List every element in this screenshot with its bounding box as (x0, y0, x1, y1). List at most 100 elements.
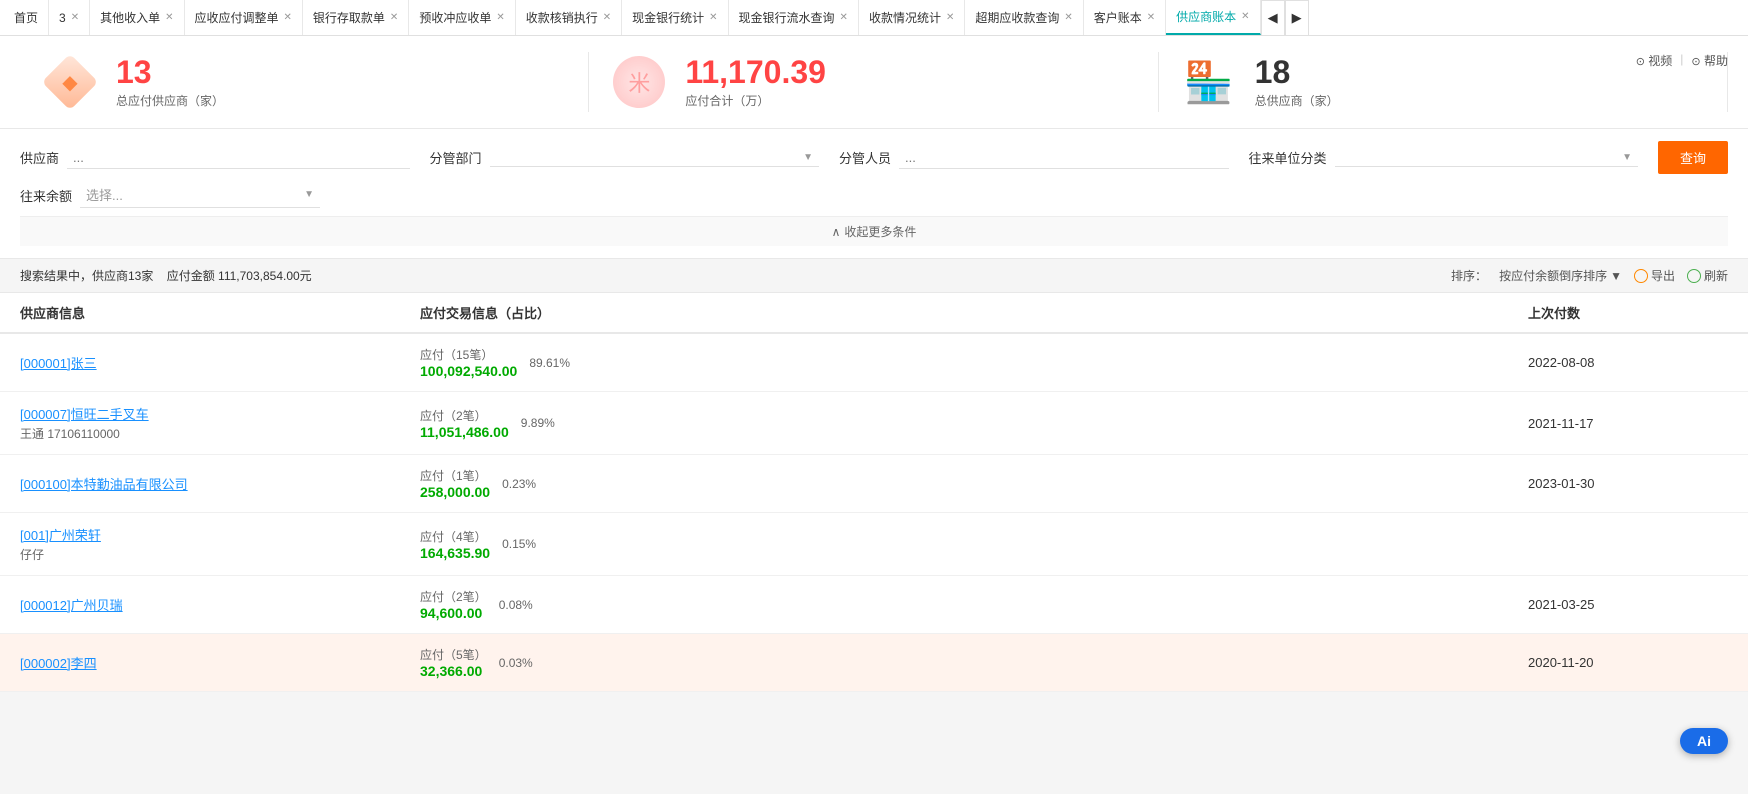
close-icon[interactable]: ✕ (946, 12, 954, 23)
supplier-name-link[interactable]: [001]广州荣轩 (20, 525, 420, 544)
lastpay-cell: 2023-01-30 (1528, 476, 1728, 491)
lastpay-date: 2023-01-30 (1528, 476, 1595, 491)
nav-tab-customer[interactable]: 客户账本 ✕ (1084, 0, 1166, 35)
trans-percentage: 89.61% (529, 356, 570, 370)
payable-suppliers-count: 13 (116, 56, 224, 88)
nav-tab-receipt-stat-label: 收款情况统计 (869, 9, 941, 26)
filter-dept: 分管部门 ▼ (430, 148, 820, 167)
close-icon[interactable]: ✕ (496, 12, 504, 23)
table-row[interactable]: [000007]恒旺二手叉车 王通 17106110000 应付（2笔） 11,… (0, 392, 1748, 455)
nav-tab-overdue[interactable]: 超期应收款查询 ✕ (965, 0, 1083, 35)
supplier-sub-info: 王通 17106110000 (20, 425, 420, 442)
query-button[interactable]: 查询 (1658, 141, 1728, 174)
close-icon[interactable]: ✕ (390, 12, 398, 23)
transaction-info-cell: 应付（1笔） 258,000.00 0.23% (420, 467, 1528, 500)
supplier-input[interactable] (67, 147, 409, 169)
close-icon[interactable]: ✕ (1241, 11, 1249, 22)
nav-next-arrow[interactable]: ▶ (1285, 0, 1309, 36)
balance-select[interactable]: 选择... ▼ (80, 182, 320, 208)
refresh-button[interactable]: 刷新 (1687, 267, 1728, 284)
transaction-info-cell: 应付（2笔） 11,051,486.00 9.89% (420, 407, 1528, 440)
person-label: 分管人员 (839, 148, 891, 167)
th-supplier: 供应商信息 (20, 303, 420, 322)
table-row[interactable]: [000002]李四 应付（5笔） 32,366.00 0.03% 2020-1… (0, 634, 1748, 692)
trans-label: 应付（1笔） (420, 469, 487, 483)
supplier-name-link[interactable]: [000012]广州贝瑞 (20, 595, 420, 614)
category-label: 往来单位分类 (1249, 148, 1327, 167)
trans-label: 应付（15笔） (420, 348, 493, 362)
nav-tab-bank-label: 银行存取款单 (313, 9, 385, 26)
transaction-detail: 应付（5笔） 32,366.00 (420, 646, 487, 679)
table-row[interactable]: [000100]本特勤油品有限公司 应付（1笔） 258,000.00 0.23… (0, 455, 1748, 513)
sort-label: 排序： (1451, 267, 1487, 284)
link-separator: | (1680, 52, 1683, 69)
close-icon[interactable]: ✕ (840, 12, 848, 23)
nav-tab-3[interactable]: 3 ✕ (49, 0, 90, 35)
nav-tab-other-income[interactable]: 其他收入单 ✕ (90, 0, 184, 35)
nav-prev-arrow[interactable]: ◀ (1261, 0, 1285, 36)
nav-tab-verify[interactable]: 收款核销执行 ✕ (516, 0, 622, 35)
filter-row-1: 供应商 分管部门 ▼ 分管人员 往来单位分类 ▼ 查询 (20, 141, 1728, 174)
nav-tab-receipt-stat[interactable]: 收款情况统计 ✕ (859, 0, 965, 35)
person-input[interactable] (899, 147, 1228, 169)
rice-icon: 米 (609, 52, 669, 112)
trans-percentage: 0.15% (502, 537, 536, 551)
nav-tab-home[interactable]: 首页 (4, 0, 49, 35)
filter-bar: 供应商 分管部门 ▼ 分管人员 往来单位分类 ▼ 查询 (0, 129, 1748, 259)
dept-label: 分管部门 (430, 148, 482, 167)
close-icon[interactable]: ✕ (1147, 12, 1155, 23)
nav-tab-advance[interactable]: 预收冲应收单 ✕ (409, 0, 515, 35)
nav-tab-advance-label: 预收冲应收单 (419, 9, 491, 26)
table-row[interactable]: [001]广州荣轩 仔仔 应付（4笔） 164,635.90 0.15% (0, 513, 1748, 576)
trans-percentage: 0.08% (499, 598, 533, 612)
total-payable-label: 应付合计（万） (685, 92, 826, 109)
close-icon[interactable]: ✕ (71, 12, 79, 23)
table-row[interactable]: [000001]张三 应付（15笔） 100,092,540.00 89.61%… (0, 334, 1748, 392)
export-circle-icon (1634, 269, 1648, 283)
close-icon[interactable]: ✕ (603, 12, 611, 23)
close-icon[interactable]: ✕ (284, 12, 292, 23)
close-icon[interactable]: ✕ (1064, 12, 1072, 23)
supplier-name-link[interactable]: [000002]李四 (20, 653, 420, 672)
close-icon[interactable]: ✕ (709, 12, 717, 23)
ai-badge[interactable]: Ai (1680, 728, 1728, 754)
transaction-info-cell: 应付（5笔） 32,366.00 0.03% (420, 646, 1528, 679)
export-button[interactable]: 导出 (1634, 267, 1675, 284)
category-select[interactable]: ▼ (1335, 149, 1638, 167)
transaction-info-cell: 应付（15笔） 100,092,540.00 89.61% (420, 346, 1528, 379)
nav-tab-supplier-label: 供应商账本 (1176, 8, 1236, 25)
close-icon[interactable]: ✕ (165, 12, 173, 23)
nav-tab-cash-stat-label: 现金银行统计 (632, 9, 704, 26)
nav-tab-adjust[interactable]: 应收应付调整单 ✕ (185, 0, 303, 35)
balance-placeholder: 选择... (86, 185, 304, 204)
supplier-name-link[interactable]: [000001]张三 (20, 353, 420, 372)
nav-tab-supplier[interactable]: 供应商账本 ✕ (1166, 0, 1260, 35)
nav-tab-cash-stat[interactable]: 现金银行统计 ✕ (622, 0, 728, 35)
table-row[interactable]: [000012]广州贝瑞 应付（2笔） 94,600.00 0.08% 2021… (0, 576, 1748, 634)
video-link[interactable]: ⊙ 视频 (1636, 52, 1673, 69)
chevron-up-icon: ∧ (832, 225, 841, 239)
nav-tab-home-label: 首页 (14, 9, 38, 26)
nav-tab-cash-flow[interactable]: 现金银行流水查询 ✕ (729, 0, 859, 35)
help-link[interactable]: ⊙ 帮助 (1691, 52, 1728, 69)
total-payable-amount: 11,170.39 (685, 56, 826, 88)
circle-q-icon: ⊙ (1691, 56, 1700, 68)
results-bar: 搜索结果中，供应商13家 应付金额 111,703,854.00元 排序： 按应… (0, 259, 1748, 293)
transaction-detail: 应付（2笔） 11,051,486.00 (420, 407, 509, 440)
dept-select[interactable]: ▼ (490, 149, 819, 167)
nav-tab-overdue-label: 超期应收款查询 (975, 9, 1059, 26)
transaction-detail: 应付（2笔） 94,600.00 (420, 588, 487, 621)
filter-balance: 往来余额 选择... ▼ (20, 182, 320, 208)
nav-tab-bank[interactable]: 银行存取款单 ✕ (303, 0, 409, 35)
top-navigation: 首页 3 ✕ 其他收入单 ✕ 应收应付调整单 ✕ 银行存取款单 ✕ 预收冲应收单… (0, 0, 1748, 36)
supplier-name-link[interactable]: [000007]恒旺二手叉车 (20, 404, 420, 423)
balance-label: 往来余额 (20, 186, 72, 205)
results-summary: 搜索结果中，供应商13家 应付金额 111,703,854.00元 (20, 267, 312, 284)
summary-total-payable-info: 11,170.39 应付合计（万） (685, 56, 826, 109)
sort-value-select[interactable]: 按应付余额倒序排序 ▼ (1499, 267, 1622, 284)
collapse-button[interactable]: ∧ 收起更多条件 (20, 216, 1728, 246)
summary-card-payable-suppliers: ◆ 13 总应付供应商（家） (20, 52, 589, 112)
lastpay-cell: 2021-11-17 (1528, 416, 1728, 431)
nav-tab-cash-flow-label: 现金银行流水查询 (739, 9, 835, 26)
supplier-name-link[interactable]: [000100]本特勤油品有限公司 (20, 474, 420, 493)
